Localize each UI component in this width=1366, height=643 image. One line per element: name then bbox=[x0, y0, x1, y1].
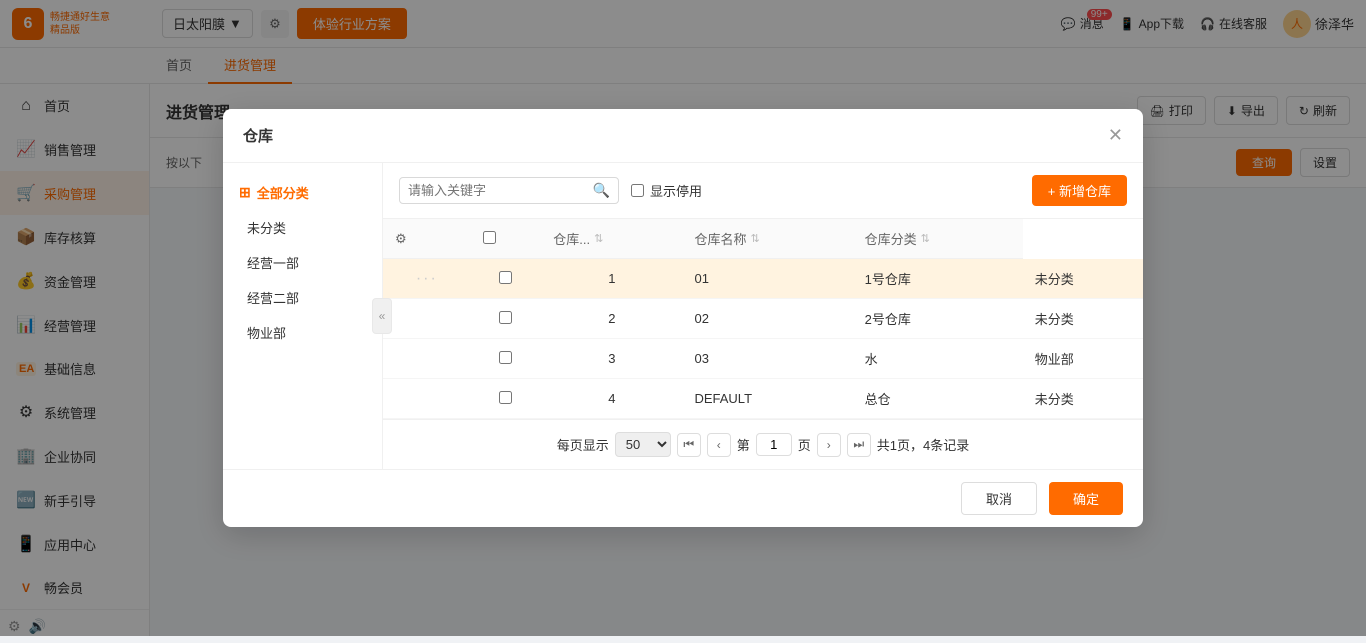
th-checkbox bbox=[471, 219, 542, 259]
dialog-footer: 取消 确定 bbox=[223, 469, 1143, 527]
search-icon[interactable]: 🔍 bbox=[593, 182, 610, 199]
row-checkbox-3[interactable] bbox=[499, 351, 512, 364]
row-name-4: 总仓 bbox=[853, 379, 1023, 419]
row-code-3: 03 bbox=[682, 339, 852, 379]
row-num-2: 2 bbox=[541, 299, 682, 339]
cat-item-unclassified[interactable]: 未分类 bbox=[223, 210, 382, 245]
cat-item-ops2[interactable]: 经营二部 bbox=[223, 280, 382, 315]
last-page-button[interactable]: ⏭ bbox=[847, 433, 871, 457]
th-gear: ⚙ bbox=[383, 219, 471, 259]
row-cat-1: 未分类 bbox=[1023, 259, 1143, 299]
warehouse-dialog: 仓库 ✕ ⊞ 全部分类 未分类 经营一部 经营二部 bbox=[223, 109, 1143, 527]
show-disabled-label[interactable]: 显示停用 bbox=[631, 181, 702, 200]
warehouse-table: ⚙ 仓库... ⇅ 仓库名称 bbox=[383, 219, 1143, 419]
page-suffix-label: 页 bbox=[798, 435, 811, 454]
row-num-3: 3 bbox=[541, 339, 682, 379]
row-num-4: 4 bbox=[541, 379, 682, 419]
row-actions-3 bbox=[383, 339, 471, 379]
search-bar: 🔍 显示停用 + 新增仓库 bbox=[383, 163, 1143, 219]
cat-item-property[interactable]: 物业部 bbox=[223, 315, 382, 350]
table-row[interactable]: 2 02 2号仓库 未分类 bbox=[383, 299, 1143, 339]
row-checkbox-1[interactable] bbox=[499, 271, 512, 284]
row-code-4: DEFAULT bbox=[682, 379, 852, 419]
table-area: 🔍 显示停用 + 新增仓库 ⚙ bbox=[383, 163, 1143, 469]
dialog-header: 仓库 ✕ bbox=[223, 109, 1143, 163]
table-container: ⚙ 仓库... ⇅ 仓库名称 bbox=[383, 219, 1143, 419]
category-sidebar: ⊞ 全部分类 未分类 经营一部 经营二部 物业部 « bbox=[223, 163, 383, 469]
cat-all-label[interactable]: ⊞ 全部分类 bbox=[223, 175, 382, 210]
row-cat-3: 物业部 bbox=[1023, 339, 1143, 379]
row-actions-4 bbox=[383, 379, 471, 419]
first-page-button[interactable]: ⏮ bbox=[677, 433, 701, 457]
row-cb-1 bbox=[471, 259, 542, 299]
row-code-2: 02 bbox=[682, 299, 852, 339]
row-name-3: 水 bbox=[853, 339, 1023, 379]
table-body: ··· 1 01 1号仓库 未分类 bbox=[383, 259, 1143, 419]
modal-overlay: 仓库 ✕ ⊞ 全部分类 未分类 经营一部 经营二部 bbox=[0, 0, 1366, 636]
table-head: ⚙ 仓库... ⇅ 仓库名称 bbox=[383, 219, 1143, 259]
th-category: 仓库分类 ⇅ bbox=[853, 219, 1023, 259]
select-all-checkbox[interactable] bbox=[483, 231, 496, 244]
row-actions-2 bbox=[383, 299, 471, 339]
show-disabled-checkbox[interactable] bbox=[631, 184, 644, 197]
per-page-label: 每页显示 bbox=[557, 435, 609, 454]
row-checkbox-4[interactable] bbox=[499, 391, 512, 404]
page-total-label: 共1页，4条记录 bbox=[877, 435, 969, 454]
row-actions-1: ··· bbox=[383, 259, 471, 299]
prev-page-button[interactable]: ‹ bbox=[707, 433, 731, 457]
dialog-body: ⊞ 全部分类 未分类 经营一部 经营二部 物业部 « bbox=[223, 163, 1143, 469]
dialog-title: 仓库 bbox=[243, 125, 273, 146]
table-row[interactable]: 3 03 水 物业部 bbox=[383, 339, 1143, 379]
page-size-select[interactable]: 50 100 bbox=[615, 432, 671, 457]
sort-cat-icon: ⇅ bbox=[921, 232, 930, 245]
dialog-close-button[interactable]: ✕ bbox=[1108, 125, 1123, 146]
row-cat-4: 未分类 bbox=[1023, 379, 1143, 419]
collapse-button[interactable]: « bbox=[372, 298, 392, 334]
table-row[interactable]: 4 DEFAULT 总仓 未分类 bbox=[383, 379, 1143, 419]
new-warehouse-button[interactable]: + 新增仓库 bbox=[1032, 175, 1127, 206]
row-name-2: 2号仓库 bbox=[853, 299, 1023, 339]
row-cb-3 bbox=[471, 339, 542, 379]
row-more-icon-1[interactable]: ··· bbox=[416, 270, 438, 287]
th-name: 仓库名称 ⇅ bbox=[682, 219, 852, 259]
row-cb-4 bbox=[471, 379, 542, 419]
row-name-1: 1号仓库 bbox=[853, 259, 1023, 299]
table-header-row: ⚙ 仓库... ⇅ 仓库名称 bbox=[383, 219, 1143, 259]
search-input[interactable] bbox=[408, 183, 593, 198]
cancel-button[interactable]: 取消 bbox=[961, 482, 1037, 515]
row-num-1: 1 bbox=[541, 259, 682, 299]
confirm-button[interactable]: 确定 bbox=[1049, 482, 1123, 515]
sort-name-icon: ⇅ bbox=[750, 232, 759, 245]
row-cat-2: 未分类 bbox=[1023, 299, 1143, 339]
table-row[interactable]: ··· 1 01 1号仓库 未分类 bbox=[383, 259, 1143, 299]
row-code-1: 01 bbox=[682, 259, 852, 299]
search-input-wrap: 🔍 bbox=[399, 177, 619, 204]
sort-code-icon: ⇅ bbox=[594, 232, 603, 245]
grid-icon: ⊞ bbox=[239, 184, 251, 201]
pagination: 每页显示 50 100 ⏮ ‹ 第 页 › ⏭ 共1页，4条记录 bbox=[383, 419, 1143, 469]
row-checkbox-2[interactable] bbox=[499, 311, 512, 324]
page-number-input[interactable] bbox=[756, 433, 792, 456]
row-cb-2 bbox=[471, 299, 542, 339]
cat-item-ops1[interactable]: 经营一部 bbox=[223, 245, 382, 280]
th-code: 仓库... ⇅ bbox=[541, 219, 682, 259]
next-page-button[interactable]: › bbox=[817, 433, 841, 457]
page-label: 第 bbox=[737, 435, 750, 454]
